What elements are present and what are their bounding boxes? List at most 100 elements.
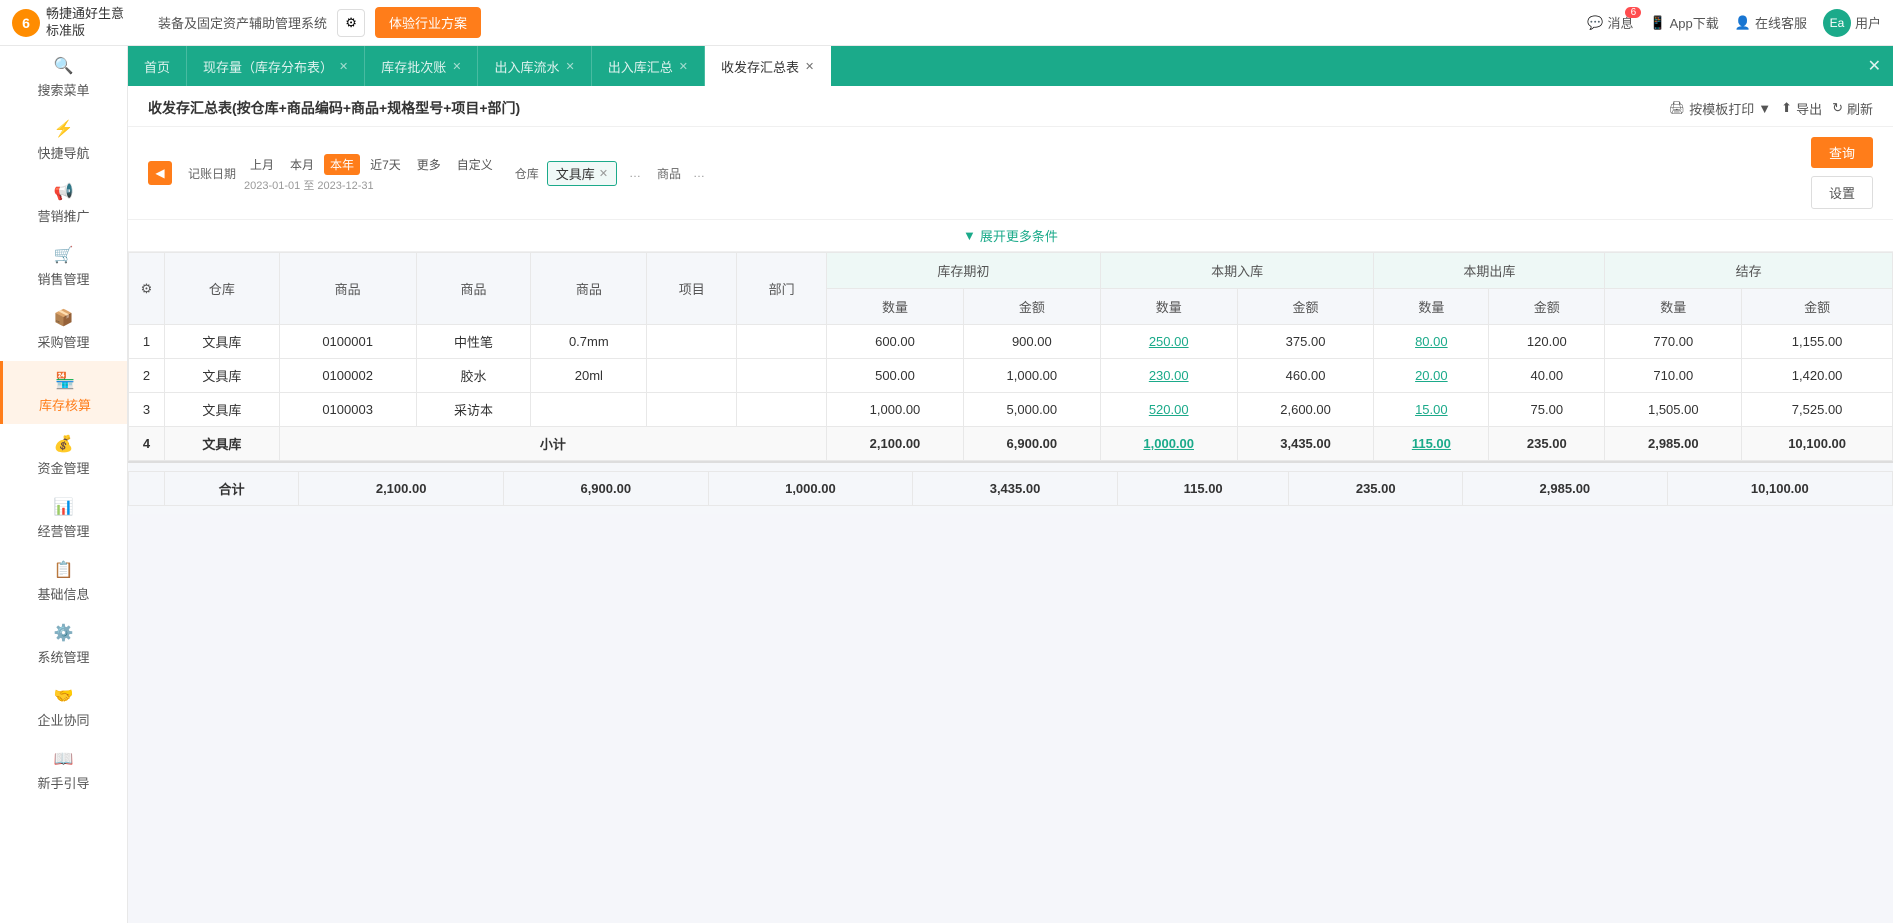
page-title: 收发存汇总表(按仓库+商品编码+商品+规格型号+项目+部门) — [148, 98, 520, 118]
set-button[interactable]: 设置 — [1811, 176, 1873, 209]
expand-filter-button[interactable]: ▼ 展开更多条件 — [963, 226, 1058, 245]
subtotal-open-amt: 6,900.00 — [963, 427, 1100, 461]
subtotal-no: 4 — [129, 427, 165, 461]
sidebar-item-system[interactable]: ⚙️ 系统管理 — [0, 613, 127, 676]
in-qty-header: 数量 — [1100, 289, 1237, 325]
warehouse-tag: 文具库 ✕ — [547, 161, 617, 186]
out-qty-header: 数量 — [1374, 289, 1489, 325]
tab-inout-summary[interactable]: 出入库汇总 ✕ — [592, 46, 705, 86]
page-content: 收发存汇总表(按仓库+商品编码+商品+规格型号+项目+部门) 🖨 按模板打印 ▼… — [128, 86, 1893, 923]
date-btn-this-year[interactable]: 本年 — [324, 154, 360, 175]
message-item[interactable]: 💬 消息 6 — [1587, 13, 1633, 32]
sidebar-item-enterprise[interactable]: 🤝 企业协同 — [0, 676, 127, 739]
row-bal-amt: 1,155.00 — [1742, 325, 1893, 359]
user-item[interactable]: Ea 用户 — [1823, 9, 1881, 37]
sidebar-item-operation[interactable]: 📊 经营管理 — [0, 487, 127, 550]
tab-close-icon[interactable]: ✕ — [805, 60, 814, 73]
table-container: ⚙ 仓库 商品 商品 商品 项目 部门 库存期初 本期入库 本期出库 结存 — [128, 252, 1893, 461]
page-inner: 收发存汇总表(按仓库+商品编码+商品+规格型号+项目+部门) 🖨 按模板打印 ▼… — [128, 86, 1893, 514]
row-dept — [737, 393, 827, 427]
filter-toggle[interactable]: ◀ — [148, 161, 172, 185]
app-download-item[interactable]: 📱 App下载 — [1649, 13, 1718, 32]
print-button[interactable]: 🖨 按模板打印 ▼ — [1669, 99, 1771, 118]
settings-gear-icon[interactable]: ⚙ — [337, 9, 365, 37]
subtotal-out-qty[interactable]: 115.00 — [1374, 427, 1489, 461]
open-amt-header: 金额 — [963, 289, 1100, 325]
row-open-qty: 500.00 — [827, 359, 964, 393]
row-goods-code: 0100002 — [279, 359, 416, 393]
date-range-text: 2023-01-01 至 2023-12-31 — [244, 177, 499, 193]
date-btn-7days[interactable]: 近7天 — [364, 154, 407, 175]
tab-bar: 首页 现存量（库存分布表） ✕ 库存批次账 ✕ 出入库流水 ✕ 出入库汇总 ✕ … — [128, 46, 1893, 86]
date-btns: 上月 本月 本年 近7天 更多 自定义 — [244, 154, 499, 175]
goods-more[interactable]: … — [693, 166, 705, 180]
system-icon: ⚙️ — [54, 623, 74, 643]
tab-bar-close-icon[interactable]: ✕ — [1856, 56, 1893, 76]
sidebar-item-sales[interactable]: 🛒 销售管理 — [0, 235, 127, 298]
refresh-button[interactable]: ↻ 刷新 — [1832, 99, 1873, 118]
table-row: 1 文具库 0100001 中性笔 0.7mm 600.00 900.00 25… — [129, 325, 1893, 359]
row-out-qty[interactable]: 20.00 — [1374, 359, 1489, 393]
tab-close-icon[interactable]: ✕ — [452, 60, 461, 73]
row-out-qty[interactable]: 15.00 — [1374, 393, 1489, 427]
subtotal-label: 小计 — [279, 427, 826, 461]
tab-close-icon[interactable]: ✕ — [566, 60, 575, 73]
query-button[interactable]: 查询 — [1811, 137, 1873, 168]
tab-inventory-dist[interactable]: 现存量（库存分布表） ✕ — [187, 46, 365, 86]
sidebar-item-guide[interactable]: 📖 新手引导 — [0, 739, 127, 802]
subtotal-in-qty[interactable]: 1,000.00 — [1100, 427, 1237, 461]
total-out-qty: 115.00 — [1117, 472, 1289, 506]
row-open-qty: 600.00 — [827, 325, 964, 359]
bal-qty-header: 数量 — [1605, 289, 1742, 325]
export-button[interactable]: ⬆ 导出 — [1781, 99, 1822, 118]
date-btn-last-month[interactable]: 上月 — [244, 154, 280, 175]
row-in-qty[interactable]: 250.00 — [1100, 325, 1237, 359]
row-in-qty[interactable]: 230.00 — [1100, 359, 1237, 393]
date-btn-custom[interactable]: 自定义 — [451, 154, 499, 175]
date-filter-inner: 上月 本月 本年 近7天 更多 自定义 2023-01-01 至 2023-12… — [244, 154, 499, 193]
dept-col-header: 部门 — [737, 253, 827, 325]
total-label: 合计 — [165, 472, 299, 506]
goods-code-col-header: 商品 — [279, 253, 416, 325]
row-warehouse: 文具库 — [165, 359, 280, 393]
sidebar-item-marketing[interactable]: 📢 营销推广 — [0, 172, 127, 235]
marketing-icon: 📢 — [54, 182, 74, 202]
message-badge: 6 — [1625, 7, 1641, 18]
top-right-area: 💬 消息 6 📱 App下载 👤 在线客服 Ea 用户 — [1587, 9, 1881, 37]
date-btn-more[interactable]: 更多 — [411, 154, 447, 175]
row-out-amt: 120.00 — [1489, 325, 1605, 359]
expand-icon: ▼ — [963, 228, 976, 243]
warehouse-more[interactable]: … — [629, 166, 641, 180]
tab-flow[interactable]: 出入库流水 ✕ — [478, 46, 591, 86]
warehouse-tag-close[interactable]: ✕ — [599, 167, 608, 180]
sidebar-item-search[interactable]: 🔍 搜索菜单 — [0, 46, 127, 109]
row-out-qty[interactable]: 80.00 — [1374, 325, 1489, 359]
total-out-amt: 235.00 — [1289, 472, 1463, 506]
tab-close-icon[interactable]: ✕ — [339, 60, 348, 73]
online-service-item[interactable]: 👤 在线客服 — [1735, 13, 1807, 32]
tab-batch[interactable]: 库存批次账 ✕ — [365, 46, 478, 86]
page-header: 收发存汇总表(按仓库+商品编码+商品+规格型号+项目+部门) 🖨 按模板打印 ▼… — [128, 86, 1893, 127]
expand-row: ▼ 展开更多条件 — [128, 220, 1893, 252]
row-goods-code: 0100003 — [279, 393, 416, 427]
row-dept — [737, 359, 827, 393]
trial-button[interactable]: 体验行业方案 — [375, 7, 481, 38]
date-btn-this-month[interactable]: 本月 — [284, 154, 320, 175]
print-icon: 🖨 — [1669, 100, 1686, 116]
sidebar-item-inventory[interactable]: 🏪 库存核算 — [0, 361, 127, 424]
warehouse-filter-group: 仓库 文具库 ✕ … — [515, 161, 641, 186]
sidebar-item-purchase[interactable]: 📦 采购管理 — [0, 298, 127, 361]
row-bal-amt: 7,525.00 — [1742, 393, 1893, 427]
sidebar-item-basic[interactable]: 📋 基础信息 — [0, 550, 127, 613]
sidebar-item-quick[interactable]: ⚡ 快捷导航 — [0, 109, 127, 172]
tab-recv-summary[interactable]: 收发存汇总表 ✕ — [705, 46, 831, 86]
row-goods-name: 中性笔 — [416, 325, 531, 359]
warehouse-label: 仓库 — [515, 165, 539, 182]
row-open-amt: 900.00 — [963, 325, 1100, 359]
subtotal-row: 4 文具库 小计 2,100.00 6,900.00 1,000.00 3,43… — [129, 427, 1893, 461]
sidebar-item-finance[interactable]: 💰 资金管理 — [0, 424, 127, 487]
tab-close-icon[interactable]: ✕ — [679, 60, 688, 73]
row-bal-qty: 710.00 — [1605, 359, 1742, 393]
tab-home[interactable]: 首页 — [128, 46, 187, 86]
row-in-qty[interactable]: 520.00 — [1100, 393, 1237, 427]
